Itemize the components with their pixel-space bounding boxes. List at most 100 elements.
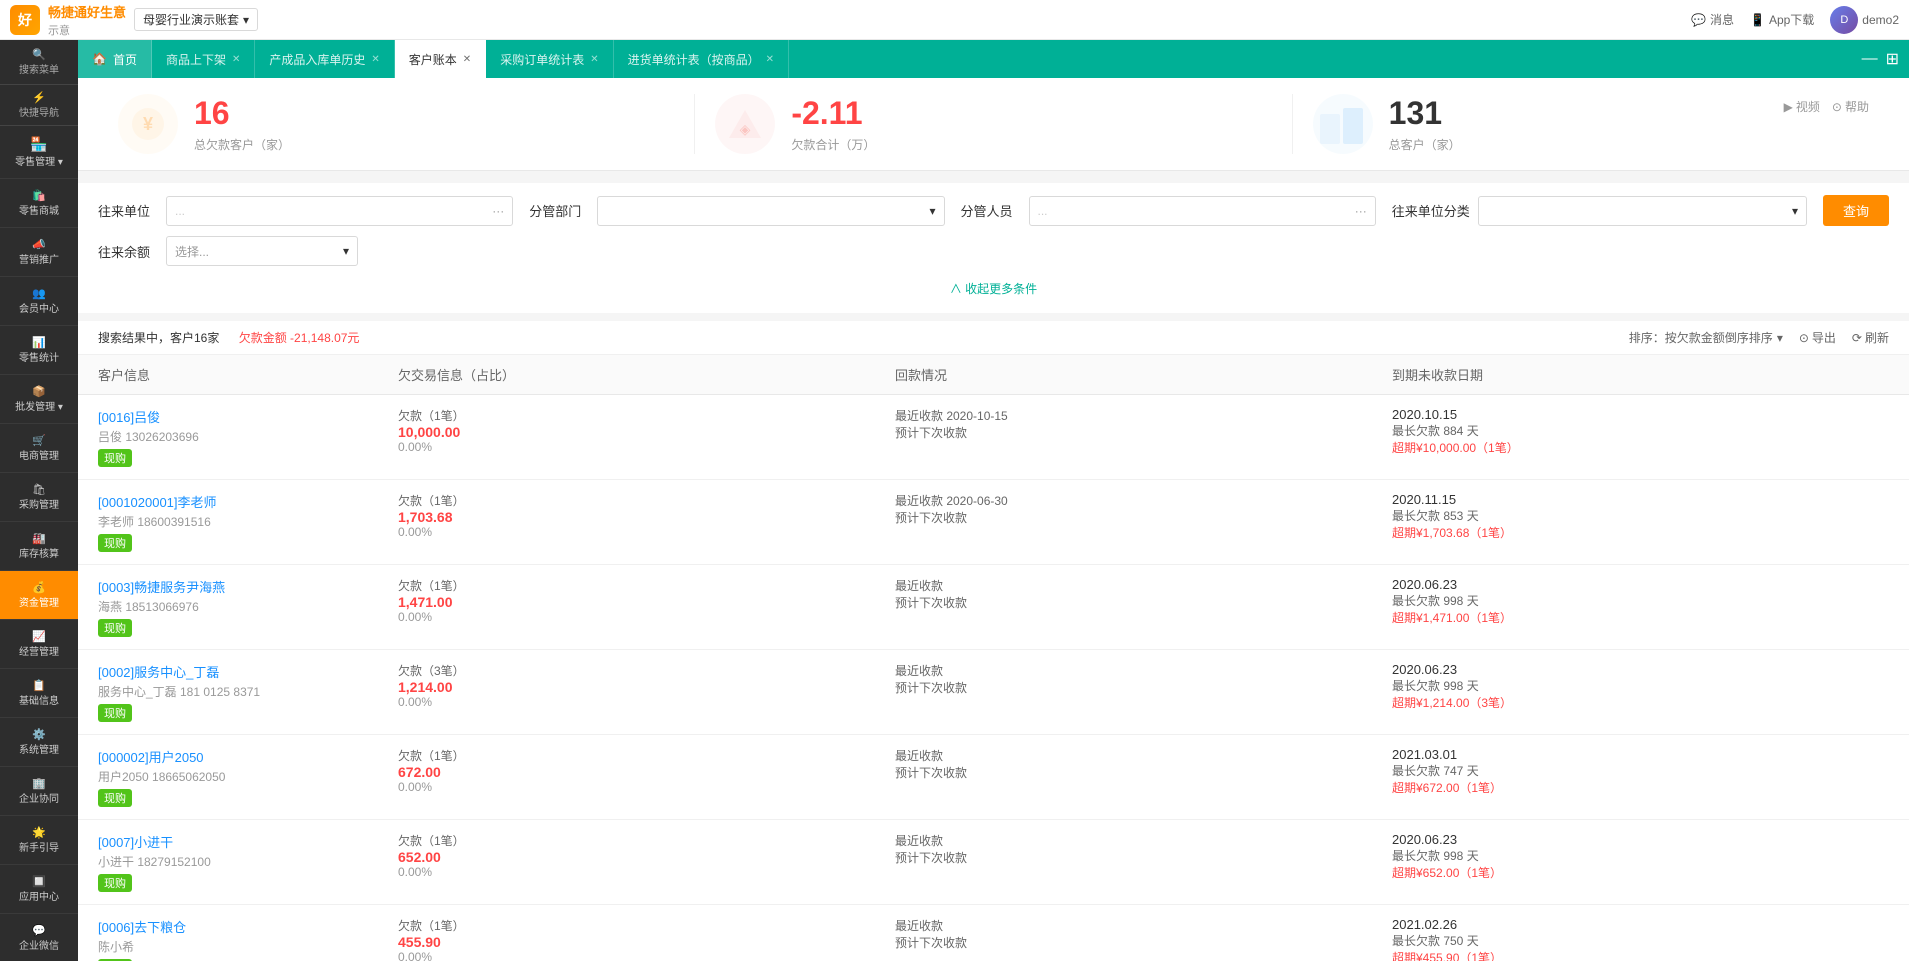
customer-name-3[interactable]: [0002]服务中心_丁磊 [98, 662, 398, 681]
due-info-3: 2020.06.23 最长欠款 998 天 超期¥1,214.00（3笔） [1392, 662, 1889, 711]
app-download-button[interactable]: 📱 App下载 [1750, 11, 1814, 28]
tab-import-stat-close[interactable]: ✕ [766, 54, 774, 65]
tab-goods-shelf-close[interactable]: ✕ [232, 54, 240, 65]
overdue-amount-6[interactable]: 超期¥455.90（1笔） [1392, 949, 1889, 961]
due-info-2: 2020.06.23 最长欠款 998 天 超期¥1,471.00（1笔） [1392, 577, 1889, 626]
debt-percent-6: 0.00% [398, 950, 895, 961]
customer-name-2[interactable]: [0003]畅捷服务尹海燕 [98, 577, 398, 596]
customer-info-3: [0002]服务中心_丁磊 服务中心_丁磊 181 0125 8371 现购 [98, 662, 398, 722]
enterprise-wx-icon: 💬 [4, 924, 74, 937]
stat-actions: ▶ 视频 ⊙ 帮助 [1784, 94, 1869, 115]
sidebar-item-retail-mgmt[interactable]: 🏪 零售管理 ▾ [0, 126, 78, 179]
video-btn[interactable]: ▶ 视频 [1784, 98, 1820, 115]
sidebar-label-retail-store: 零售商城 [4, 202, 74, 217]
tab-purchase-stat-close[interactable]: ✕ [590, 54, 598, 65]
tab-customer-account[interactable]: 客户账本 ✕ [395, 40, 486, 78]
sidebar-item-retail-stat[interactable]: 📊 零售统计 [0, 326, 78, 375]
due-info-4: 2021.03.01 最长欠款 747 天 超期¥672.00（1笔） [1392, 747, 1889, 796]
debt-percent-3: 0.00% [398, 695, 895, 709]
unit-category-select[interactable]: ▾ [1478, 196, 1807, 226]
latest-collection-0: 最近收款 2020-10-15 [895, 407, 1392, 424]
sidebar-item-enterprise-wx[interactable]: 💬 企业微信 [0, 914, 78, 961]
tab-maximize-icon[interactable]: ⊞ [1886, 49, 1899, 69]
tab-import-stat[interactable]: 进货单统计表（按商品） ✕ [614, 40, 789, 78]
debt-count-3: 欠款（3笔） [398, 662, 895, 679]
customer-tag-3: 现购 [98, 704, 132, 722]
sidebar-item-operation[interactable]: 📈 经营管理 [0, 620, 78, 669]
debt-info-3: 欠款（3笔） 1,214.00 0.00% [398, 662, 895, 709]
customer-name-6[interactable]: [0006]去下粮仓 [98, 917, 398, 936]
sidebar-item-finance[interactable]: 💰 资金管理 [0, 571, 78, 620]
balance-placeholder: 选择... [175, 243, 209, 260]
dept-select[interactable]: ▾ [597, 196, 944, 226]
tab-purchase-stat[interactable]: 采购订单统计表 ✕ [486, 40, 613, 78]
next-collection-2: 预计下次收款 [895, 594, 1392, 611]
customer-name-1[interactable]: [0001020001]李老师 [98, 492, 398, 511]
overdue-amount-5[interactable]: 超期¥652.00（1笔） [1392, 864, 1889, 881]
overdue-amount-0[interactable]: 超期¥10,000.00（1笔） [1392, 439, 1889, 456]
sidebar-label-marketing: 营销推广 [4, 251, 74, 266]
export-icon: ⊙ [1799, 331, 1809, 345]
tab-production-close[interactable]: ✕ [371, 54, 379, 65]
tab-production-history[interactable]: 产成品入库单历史 ✕ [255, 40, 394, 78]
sidebar-item-system[interactable]: ⚙️ 系统管理 [0, 718, 78, 767]
sidebar-item-batch-mgmt[interactable]: 📦 批发管理 ▾ [0, 375, 78, 424]
stat-value-customers: 16 [194, 95, 674, 132]
store-selector[interactable]: 母婴行业演示账套 ▾ [134, 8, 258, 31]
dept-label: 分管部门 [529, 201, 589, 220]
overdue-amount-4[interactable]: 超期¥672.00（1笔） [1392, 779, 1889, 796]
col-header-debt: 欠交易信息（占比） [398, 365, 895, 384]
tab-minimize-icon[interactable]: — [1862, 50, 1878, 68]
app-name: 畅捷通好生意 [48, 2, 126, 21]
tab-goods-shelf[interactable]: 商品上下架 ✕ [152, 40, 255, 78]
sidebar-nav[interactable]: ⚡ 快捷导航 [0, 85, 78, 126]
sort-select[interactable]: 排序：按欠款金额倒序排序 ▾ [1629, 329, 1783, 346]
filter-area: 往来单位 ... ··· 分管部门 ▾ 分管人 [78, 183, 1909, 313]
filter-row-2: 往来余额 选择... ▾ [98, 236, 1889, 266]
sidebar-item-marketing[interactable]: 📣 营销推广 [0, 228, 78, 277]
chevron-dept-icon: ▾ [929, 204, 935, 218]
tab-home[interactable]: 🏠 首页 [78, 40, 152, 78]
customer-name-0[interactable]: [0016]吕俊 [98, 407, 398, 426]
customer-name-4[interactable]: [000002]用户2050 [98, 747, 398, 766]
collapse-btn[interactable]: ∧ 收起更多条件 [98, 276, 1889, 301]
sidebar-item-purchase[interactable]: 🛍 采购管理 [0, 473, 78, 522]
user-menu[interactable]: D demo2 [1830, 6, 1899, 34]
overdue-days-1: 最长欠款 853 天 [1392, 507, 1889, 524]
sidebar-item-retail-store[interactable]: 🛍️ 零售商城 [0, 179, 78, 228]
sidebar-item-ecom[interactable]: 🛒 电商管理 [0, 424, 78, 473]
tab-customer-account-close[interactable]: ✕ [463, 54, 471, 65]
collection-info-1: 最近收款 2020-06-30 预计下次收款 [895, 492, 1392, 526]
debt-percent-2: 0.00% [398, 610, 895, 624]
sidebar-item-basic[interactable]: 📋 基础信息 [0, 669, 78, 718]
avatar: D [1830, 6, 1858, 34]
next-collection-5: 预计下次收款 [895, 849, 1392, 866]
customer-name-5[interactable]: [0007]小进干 [98, 832, 398, 851]
balance-select[interactable]: 选择... ▾ [166, 236, 358, 266]
sidebar-item-enterprise[interactable]: 🏢 企业协同 [0, 767, 78, 816]
overdue-amount-1[interactable]: 超期¥1,703.68（1笔） [1392, 524, 1889, 541]
search-button[interactable]: 查询 [1823, 195, 1889, 226]
due-info-0: 2020.10.15 最长欠款 884 天 超期¥10,000.00（1笔） [1392, 407, 1889, 456]
sidebar-item-member[interactable]: 👥 会员中心 [0, 277, 78, 326]
sidebar-item-newbie[interactable]: 🌟 新手引导 [0, 816, 78, 865]
overdue-days-2: 最长欠款 998 天 [1392, 592, 1889, 609]
overdue-amount-2[interactable]: 超期¥1,471.00（1笔） [1392, 609, 1889, 626]
tab-home-label: 首页 [113, 51, 137, 68]
export-btn[interactable]: ⊙ 导出 [1799, 329, 1836, 346]
results-text: 搜索结果中，客户16家 [98, 331, 219, 345]
from-unit-input[interactable]: ... ··· [166, 196, 513, 226]
stat-label-total: 总客户（家） [1389, 136, 1768, 153]
debt-percent-5: 0.00% [398, 865, 895, 879]
sidebar-item-inventory[interactable]: 🏭 库存核算 [0, 522, 78, 571]
sidebar-search[interactable]: 🔍 搜索菜单 [0, 40, 78, 85]
message-button[interactable]: 💬 消息 [1691, 11, 1734, 28]
debt-amount-3: 1,214.00 [398, 679, 895, 695]
customer-detail-6: 陈小希 [98, 938, 398, 955]
help-btn[interactable]: ⊙ 帮助 [1832, 98, 1869, 115]
logo-area: 好 畅捷通好生意 示意 母婴行业演示账套 ▾ [10, 2, 258, 38]
refresh-btn[interactable]: ⟳ 刷新 [1852, 329, 1889, 346]
manager-input[interactable]: ... ··· [1029, 196, 1376, 226]
overdue-amount-3[interactable]: 超期¥1,214.00（3笔） [1392, 694, 1889, 711]
sidebar-item-apps[interactable]: 🔲 应用中心 [0, 865, 78, 914]
